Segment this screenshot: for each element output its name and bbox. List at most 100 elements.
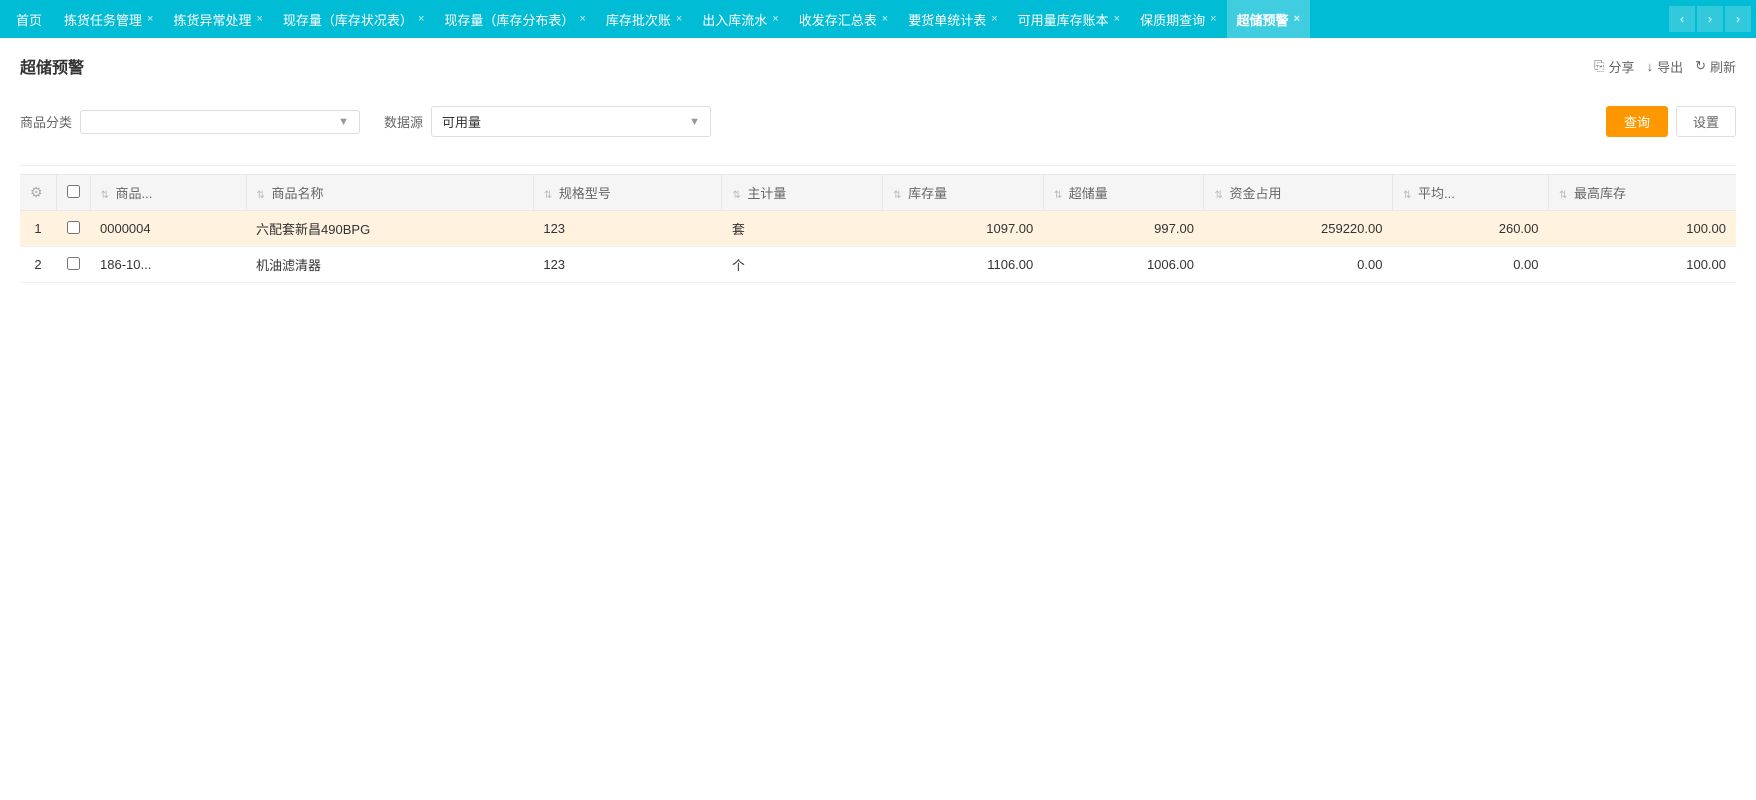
nav-tab-5[interactable]: 出入库流水 ×	[692, 0, 788, 38]
row-checkbox-cell	[56, 247, 90, 283]
tab-close-10[interactable]: ×	[1294, 13, 1300, 25]
nav-next-button[interactable]: ›	[1697, 6, 1723, 32]
sort-icon-3: ⇅	[544, 190, 552, 201]
table-body: 1 0000004 六配套新昌490BPG 123 套 1097.00 997.…	[20, 211, 1736, 283]
column-name[interactable]: ⇅ 商品名称	[246, 175, 533, 211]
nav-tab-4[interactable]: 库存批次账 ×	[596, 0, 692, 38]
data-table: ⚙ ⇅ 商品... ⇅ 商品名称 ⇅ 规格型号 ⇅	[20, 174, 1736, 283]
sort-icon: ⇅	[101, 190, 109, 201]
tab-close-3[interactable]: ×	[579, 13, 585, 25]
share-button[interactable]: ⎘ 分享	[1594, 57, 1634, 76]
page-header: 超储预警 ⎘ 分享 ↓ 导出 ↻ 刷新	[20, 54, 1736, 78]
row-code: 186-10...	[90, 247, 246, 283]
sort-icon-5: ⇅	[893, 190, 901, 201]
row-over-stock: 997.00	[1043, 211, 1204, 247]
column-spec[interactable]: ⇅ 规格型号	[533, 175, 722, 211]
header-actions: ⎘ 分享 ↓ 导出 ↻ 刷新	[1594, 57, 1736, 76]
filter-row: 商品分类 ▼ 数据源 可用量 ▼ 查询 设置	[20, 94, 1736, 149]
column-stock[interactable]: ⇅ 库存量	[883, 175, 1044, 211]
column-over-stock[interactable]: ⇅ 超储量	[1043, 175, 1204, 211]
query-button[interactable]: 查询	[1606, 106, 1668, 137]
column-settings[interactable]: ⚙	[20, 175, 56, 211]
column-capital[interactable]: ⇅ 资金占用	[1204, 175, 1393, 211]
datasource-filter: 数据源 可用量 ▼	[384, 106, 711, 137]
refresh-button[interactable]: ↻ 刷新	[1695, 57, 1736, 76]
row-checkbox[interactable]	[67, 221, 80, 234]
column-avg[interactable]: ⇅ 平均...	[1392, 175, 1548, 211]
nav-tab-7[interactable]: 要货单统计表 ×	[898, 0, 1007, 38]
select-all-checkbox[interactable]	[67, 185, 80, 198]
sort-icon-8: ⇅	[1403, 190, 1411, 201]
action-buttons: 查询 设置	[1606, 106, 1736, 137]
sort-icon-2: ⇅	[257, 190, 265, 201]
row-avg: 0.00	[1392, 247, 1548, 283]
row-checkbox[interactable]	[67, 257, 80, 270]
refresh-icon: ↻	[1695, 58, 1706, 74]
column-max-stock[interactable]: ⇅ 最高库存	[1549, 175, 1737, 211]
page-title: 超储预警	[20, 54, 84, 78]
table-row: 1 0000004 六配套新昌490BPG 123 套 1097.00 997.…	[20, 211, 1736, 247]
tab-close-5[interactable]: ×	[772, 13, 778, 25]
row-capital: 259220.00	[1204, 211, 1393, 247]
row-over-stock: 1006.00	[1043, 247, 1204, 283]
chevron-down-icon-2: ▼	[689, 116, 700, 128]
row-unit: 个	[722, 247, 883, 283]
tab-close-4[interactable]: ×	[676, 13, 682, 25]
share-icon: ⎘	[1594, 58, 1604, 74]
nav-home[interactable]: 首页	[4, 0, 54, 38]
filter-divider	[20, 165, 1736, 166]
row-name: 六配套新昌490BPG	[246, 211, 533, 247]
row-max-stock: 100.00	[1549, 211, 1737, 247]
row-code: 0000004	[90, 211, 246, 247]
row-stock: 1097.00	[883, 211, 1044, 247]
settings-button[interactable]: 设置	[1676, 106, 1736, 137]
export-icon: ↓	[1647, 59, 1654, 74]
column-unit[interactable]: ⇅ 主计量	[722, 175, 883, 211]
column-code[interactable]: ⇅ 商品...	[90, 175, 246, 211]
column-checkbox	[56, 175, 90, 211]
chevron-down-icon: ▼	[338, 116, 349, 128]
row-max-stock: 100.00	[1549, 247, 1737, 283]
datasource-select[interactable]: 可用量 ▼	[431, 106, 711, 137]
tab-close-7[interactable]: ×	[991, 13, 997, 25]
row-spec: 123	[533, 247, 722, 283]
tab-close-2[interactable]: ×	[418, 13, 424, 25]
table-row: 2 186-10... 机油滤清器 123 个 1106.00 1006.00 …	[20, 247, 1736, 283]
nav-tab-8[interactable]: 可用量库存账本 ×	[1008, 0, 1130, 38]
tab-close-9[interactable]: ×	[1210, 13, 1216, 25]
nav-tab-3[interactable]: 现存量（库存分布表） ×	[434, 0, 595, 38]
sort-icon-6: ⇅	[1054, 190, 1062, 201]
nav-prev-button[interactable]: ‹	[1669, 6, 1695, 32]
nav-tab-9[interactable]: 保质期查询 ×	[1130, 0, 1226, 38]
category-filter: 商品分类 ▼	[20, 110, 360, 134]
row-spec: 123	[533, 211, 722, 247]
category-label: 商品分类	[20, 112, 72, 131]
nav-more-button[interactable]: ›	[1725, 6, 1751, 32]
page-content: 超储预警 ⎘ 分享 ↓ 导出 ↻ 刷新 商品分类 ▼ 数据源	[0, 38, 1756, 800]
row-avg: 260.00	[1392, 211, 1548, 247]
datasource-value: 可用量	[442, 112, 481, 131]
gear-icon[interactable]: ⚙	[30, 184, 43, 200]
tab-close-0[interactable]: ×	[147, 13, 153, 25]
nav-tab-0[interactable]: 拣货任务管理 ×	[54, 0, 163, 38]
row-checkbox-cell	[56, 211, 90, 247]
tab-close-8[interactable]: ×	[1114, 13, 1120, 25]
tab-close-6[interactable]: ×	[882, 13, 888, 25]
export-button[interactable]: ↓ 导出	[1647, 57, 1684, 76]
nav-tab-1[interactable]: 拣货异常处理 ×	[163, 0, 272, 38]
nav-tab-10[interactable]: 超储预警 ×	[1227, 0, 1310, 38]
row-capital: 0.00	[1204, 247, 1393, 283]
row-index: 1	[20, 211, 56, 247]
category-select[interactable]: ▼	[80, 110, 360, 134]
datasource-label: 数据源	[384, 112, 423, 131]
table-header-row: ⚙ ⇅ 商品... ⇅ 商品名称 ⇅ 规格型号 ⇅	[20, 175, 1736, 211]
sort-icon-4: ⇅	[732, 190, 740, 201]
tab-close-1[interactable]: ×	[256, 13, 262, 25]
row-index: 2	[20, 247, 56, 283]
nav-tab-2[interactable]: 现存量（库存状况表） ×	[273, 0, 434, 38]
sort-icon-9: ⇅	[1559, 190, 1567, 201]
sort-icon-7: ⇅	[1214, 190, 1222, 201]
row-name: 机油滤清器	[246, 247, 533, 283]
row-unit: 套	[722, 211, 883, 247]
nav-tab-6[interactable]: 收发存汇总表 ×	[789, 0, 898, 38]
